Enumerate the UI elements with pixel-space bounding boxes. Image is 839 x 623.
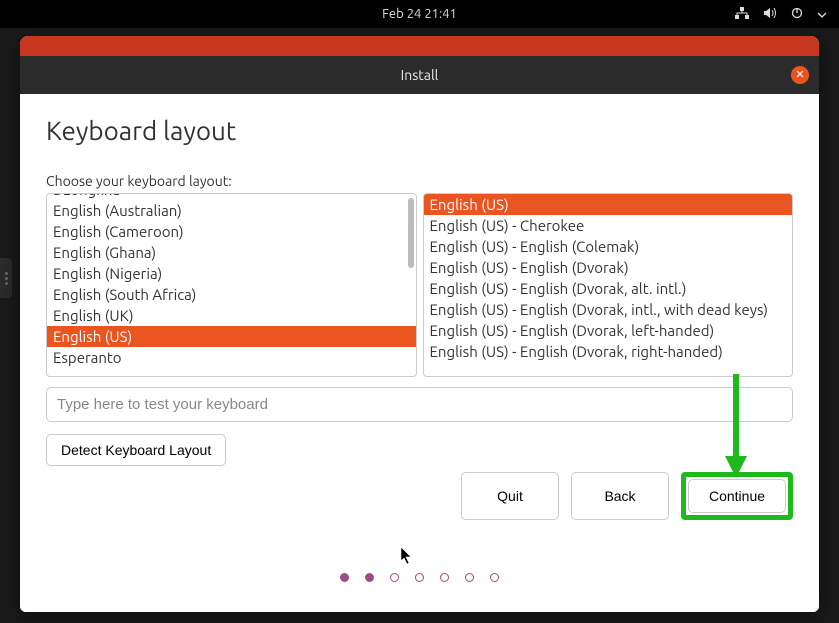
power-icon[interactable]: [791, 7, 803, 22]
variant-listbox[interactable]: English (US)English (US) - CherokeeEngli…: [423, 193, 794, 377]
system-tray[interactable]: [735, 0, 827, 28]
list-item[interactable]: English (US) - English (Dvorak, intl., w…: [424, 299, 793, 320]
progress-dot: [365, 573, 374, 582]
installer-window: Install ✕ Keyboard layout Choose your ke…: [20, 36, 819, 612]
clock: Feb 24 21:41: [382, 7, 457, 21]
volume-icon[interactable]: [763, 7, 777, 22]
titlebar: Install ✕: [20, 56, 819, 94]
continue-highlight: Continue: [681, 472, 793, 520]
progress-dot: [440, 573, 449, 582]
list-item[interactable]: English (Nigeria): [47, 263, 416, 284]
list-item[interactable]: English (US) - English (Dvorak, alt. int…: [424, 278, 793, 299]
progress-dot: [415, 573, 424, 582]
quit-button[interactable]: Quit: [461, 472, 559, 520]
mouse-cursor: [400, 546, 414, 566]
list-item[interactable]: English (UK): [47, 305, 416, 326]
close-icon[interactable]: ✕: [791, 66, 809, 84]
window-ribbon: [20, 36, 819, 56]
keyboard-test-input[interactable]: [46, 387, 793, 422]
list-item[interactable]: English (Australian): [47, 200, 416, 221]
progress-dot: [390, 573, 399, 582]
back-button[interactable]: Back: [571, 472, 669, 520]
list-item[interactable]: English (US) - English (Colemak): [424, 236, 793, 257]
list-item[interactable]: English (US) - English (Dvorak, left-han…: [424, 320, 793, 341]
progress-dot: [490, 573, 499, 582]
list-item[interactable]: English (Ghana): [47, 242, 416, 263]
layout-lists: DzongkhaEnglish (Australian)English (Cam…: [46, 193, 793, 377]
continue-button[interactable]: Continue: [688, 479, 786, 513]
progress-dots: [20, 573, 819, 582]
choose-label: Choose your keyboard layout:: [46, 173, 793, 189]
list-item[interactable]: English (US) - English (Dvorak, right-ha…: [424, 341, 793, 362]
page-title: Keyboard layout: [46, 116, 793, 145]
list-item[interactable]: English (US): [424, 194, 793, 215]
scrollbar[interactable]: [408, 198, 414, 268]
nav-buttons: Quit Back Continue: [461, 472, 793, 520]
detect-layout-button[interactable]: Detect Keyboard Layout: [46, 434, 226, 466]
network-icon[interactable]: [735, 7, 749, 22]
language-listbox[interactable]: DzongkhaEnglish (Australian)English (Cam…: [46, 193, 417, 377]
list-item[interactable]: English (South Africa): [47, 284, 416, 305]
list-item[interactable]: English (US) - Cherokee: [424, 215, 793, 236]
progress-dot: [340, 573, 349, 582]
window-title: Install: [401, 67, 439, 83]
list-item[interactable]: Esperanto: [47, 347, 416, 368]
list-item[interactable]: English (US) - English (Dvorak): [424, 257, 793, 278]
content-area: Keyboard layout Choose your keyboard lay…: [20, 94, 819, 612]
list-item[interactable]: English (Cameroon): [47, 221, 416, 242]
list-item[interactable]: English (US): [47, 326, 416, 347]
dock-handle[interactable]: [0, 258, 12, 298]
chevron-down-icon[interactable]: [817, 7, 827, 21]
system-topbar: Feb 24 21:41: [0, 0, 839, 28]
progress-dot: [465, 573, 474, 582]
